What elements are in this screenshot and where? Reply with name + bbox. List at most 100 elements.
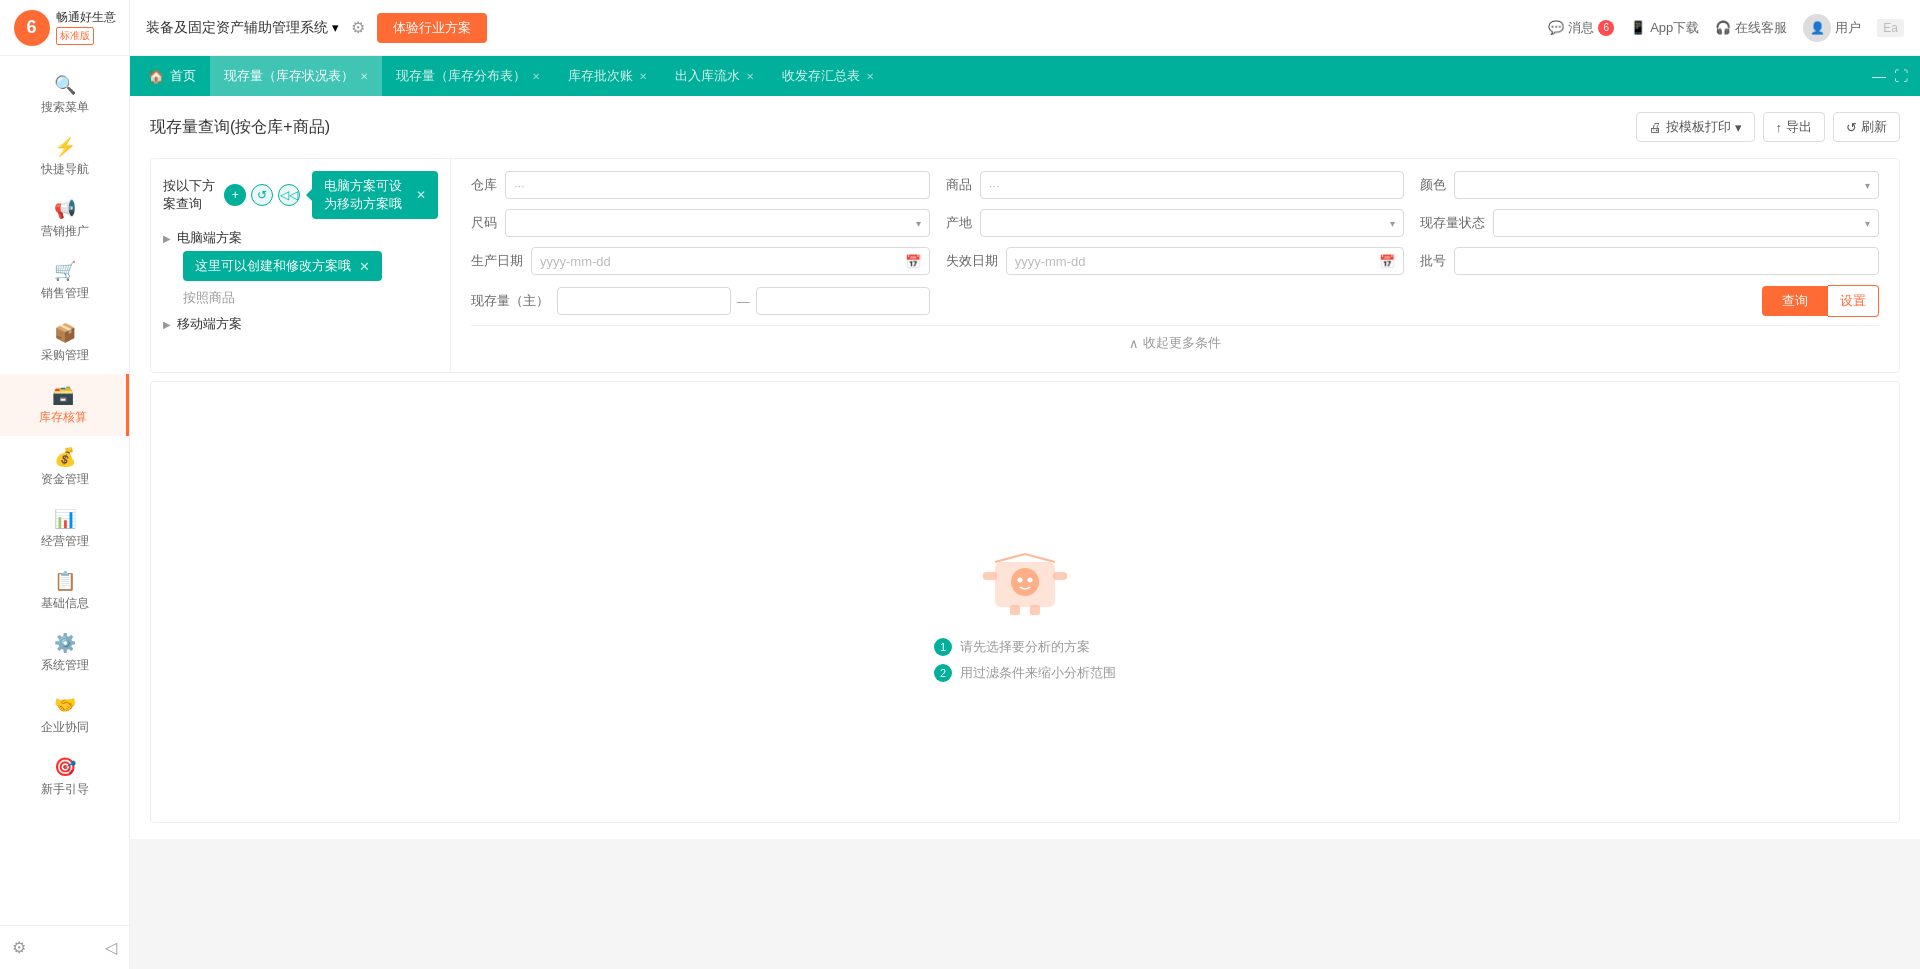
origin-select[interactable]: ▾: [980, 209, 1405, 237]
goods-input[interactable]: ···: [980, 171, 1405, 199]
export-button[interactable]: ↑ 导出: [1763, 112, 1826, 142]
home-icon: 🏠: [148, 69, 164, 84]
finance-icon: 💰: [54, 446, 76, 468]
size-select-arrow: ▾: [916, 218, 921, 229]
refresh-button[interactable]: ↺ 刷新: [1833, 112, 1900, 142]
app-download-action[interactable]: 📱 App下载: [1630, 19, 1699, 37]
sidebar-footer: ⚙ ◁: [0, 925, 129, 969]
tab-minimize-icon[interactable]: —: [1872, 68, 1886, 84]
user-action[interactable]: 👤 用户: [1803, 14, 1861, 42]
online-service-action[interactable]: 🎧 在线客服: [1715, 19, 1787, 37]
tab-inout-flow[interactable]: 出入库流水 ✕: [661, 56, 768, 96]
svg-line-2: [1025, 554, 1055, 562]
stock-main-field: 现存量（主） —: [471, 285, 930, 317]
tab-close-icon[interactable]: ✕: [746, 71, 754, 82]
step2-text: 用过滤条件来缩小分析范围: [960, 664, 1116, 682]
collapse-button[interactable]: ∧ 收起更多条件: [471, 325, 1879, 360]
sidebar-item-sales[interactable]: 🛒 销售管理: [0, 250, 129, 312]
sidebar-item-marketing[interactable]: 📢 营销推广: [0, 188, 129, 250]
tab-collect-summary-label: 收发存汇总表: [782, 67, 860, 85]
sidebar-item-label: 搜索菜单: [41, 99, 89, 116]
stock-status-select[interactable]: ▾: [1493, 209, 1879, 237]
tab-home[interactable]: 🏠 首页: [134, 56, 210, 96]
page-title-text: 现存量查询(按仓库+商品): [150, 117, 330, 138]
stock-main-from[interactable]: [557, 287, 731, 315]
goods-sub-item[interactable]: 按照商品: [183, 289, 438, 307]
refresh-scheme-icon[interactable]: ↺: [251, 184, 273, 206]
scheme-panel: 按以下方案查询 + ↺ ◁◁ 电脑方案可设为移动方案哦 ✕ ▶: [151, 159, 451, 372]
size-label: 尺码: [471, 214, 497, 232]
svg-line-1: [995, 554, 1025, 562]
sidebar-item-purchase[interactable]: 📦 采购管理: [0, 312, 129, 374]
message-action[interactable]: 💬 消息 6: [1548, 19, 1614, 37]
tab-expand-icon[interactable]: ⛶: [1894, 68, 1908, 84]
tooltip-scheme-mobile: 电脑方案可设为移动方案哦 ✕: [312, 171, 438, 219]
warehouse-input[interactable]: ···: [505, 171, 930, 199]
enterprise-icon: 🤝: [54, 694, 76, 716]
expire-date-input[interactable]: yyyy-mm-dd 📅: [1006, 247, 1405, 275]
user-initial-badge: Ea: [1877, 19, 1904, 37]
goods-label: 商品: [946, 176, 972, 194]
goods-sub-label: 按照商品: [183, 289, 235, 307]
sidebar-item-operations[interactable]: 📊 经营管理: [0, 498, 129, 560]
color-select[interactable]: ▾: [1454, 171, 1879, 199]
collapse-sidebar-icon[interactable]: ◁: [105, 938, 117, 957]
back-scheme-icon[interactable]: ◁◁: [278, 184, 300, 206]
tab-close-icon[interactable]: ✕: [866, 71, 874, 82]
system-name-select[interactable]: 装备及固定资产辅助管理系统 ▾: [146, 19, 339, 37]
prod-date-placeholder: yyyy-mm-dd: [540, 254, 611, 269]
warehouse-dots: ···: [514, 178, 525, 193]
tab-inventory-dist[interactable]: 现存量（库存分布表） ✕: [382, 56, 554, 96]
expire-date-calendar-icon[interactable]: 📅: [1379, 254, 1395, 269]
filter-tree: ▶ 电脑端方案 这里可以创建和修改方案哦 ✕ 按照商品: [163, 229, 438, 333]
size-select[interactable]: ▾: [505, 209, 930, 237]
stock-status-field: 现存量状态 ▾: [1420, 209, 1879, 237]
goods-dots: ···: [989, 178, 1000, 193]
expire-date-field: 失效日期 yyyy-mm-dd 📅: [946, 247, 1405, 275]
tab-inventory-status[interactable]: 现存量（库存状况表） ✕: [210, 56, 382, 96]
tab-close-icon[interactable]: ✕: [360, 71, 368, 82]
prod-date-input[interactable]: yyyy-mm-dd 📅: [531, 247, 930, 275]
header: 装备及固定资产辅助管理系统 ▾ ⚙ 体验行业方案 💬 消息 6 📱 App下载 …: [130, 0, 1920, 56]
tooltip-create-scheme: 这里可以创建和修改方案哦 ✕: [183, 251, 382, 281]
sidebar-item-enterprise[interactable]: 🤝 企业协同: [0, 684, 129, 746]
sidebar-item-inventory[interactable]: 🗃️ 库存核算: [0, 374, 129, 436]
tooltip1-close-icon[interactable]: ✕: [416, 188, 426, 202]
color-label: 颜色: [1420, 176, 1446, 194]
step1-text: 请先选择要分析的方案: [960, 638, 1090, 656]
batch-input[interactable]: [1454, 247, 1879, 275]
tab-batch-ledger[interactable]: 库存批次账 ✕: [554, 56, 661, 96]
sidebar-item-finance[interactable]: 💰 资金管理: [0, 436, 129, 498]
sidebar-item-quicknav[interactable]: ⚡ 快捷导航: [0, 126, 129, 188]
sidebar-item-label: 资金管理: [41, 471, 89, 488]
tab-home-label: 首页: [170, 67, 196, 85]
range-dash: —: [737, 294, 750, 309]
refresh-icon: ↺: [1846, 120, 1857, 135]
header-settings-icon[interactable]: ⚙: [351, 18, 365, 37]
tab-close-icon[interactable]: ✕: [532, 71, 540, 82]
sidebar-item-search[interactable]: 🔍 搜索菜单: [0, 64, 129, 126]
settings-button[interactable]: 设置: [1828, 285, 1879, 317]
prod-date-label: 生产日期: [471, 252, 523, 270]
page-actions: 🖨 按模板打印 ▾ ↑ 导出 ↺ 刷新: [1636, 112, 1901, 142]
tooltip2-close-icon[interactable]: ✕: [359, 259, 370, 274]
settings-footer-icon[interactable]: ⚙: [12, 938, 26, 957]
guide-icon: 🎯: [54, 756, 76, 778]
add-scheme-icon[interactable]: +: [224, 184, 246, 206]
query-button[interactable]: 查询: [1762, 286, 1828, 316]
step1-num: 1: [934, 638, 952, 656]
origin-select-arrow: ▾: [1390, 218, 1395, 229]
sidebar-item-guide[interactable]: 🎯 新手引导: [0, 746, 129, 808]
tab-collect-summary[interactable]: 收发存汇总表 ✕: [768, 56, 888, 96]
sidebar-item-basic[interactable]: 📋 基础信息: [0, 560, 129, 622]
batch-field: 批号: [1420, 247, 1879, 275]
prod-date-calendar-icon[interactable]: 📅: [905, 254, 921, 269]
color-field: 颜色 ▾: [1420, 171, 1879, 199]
print-button[interactable]: 🖨 按模板打印 ▾: [1636, 112, 1755, 142]
sidebar-item-system[interactable]: ⚙️ 系统管理: [0, 622, 129, 684]
tab-close-icon[interactable]: ✕: [639, 71, 647, 82]
experience-button[interactable]: 体验行业方案: [377, 13, 487, 43]
header-right: 💬 消息 6 📱 App下载 🎧 在线客服 👤 用户 Ea: [1548, 14, 1904, 42]
query-form-panel: 仓库 ··· 商品 ··· 颜色: [451, 159, 1899, 372]
stock-main-to[interactable]: [756, 287, 930, 315]
